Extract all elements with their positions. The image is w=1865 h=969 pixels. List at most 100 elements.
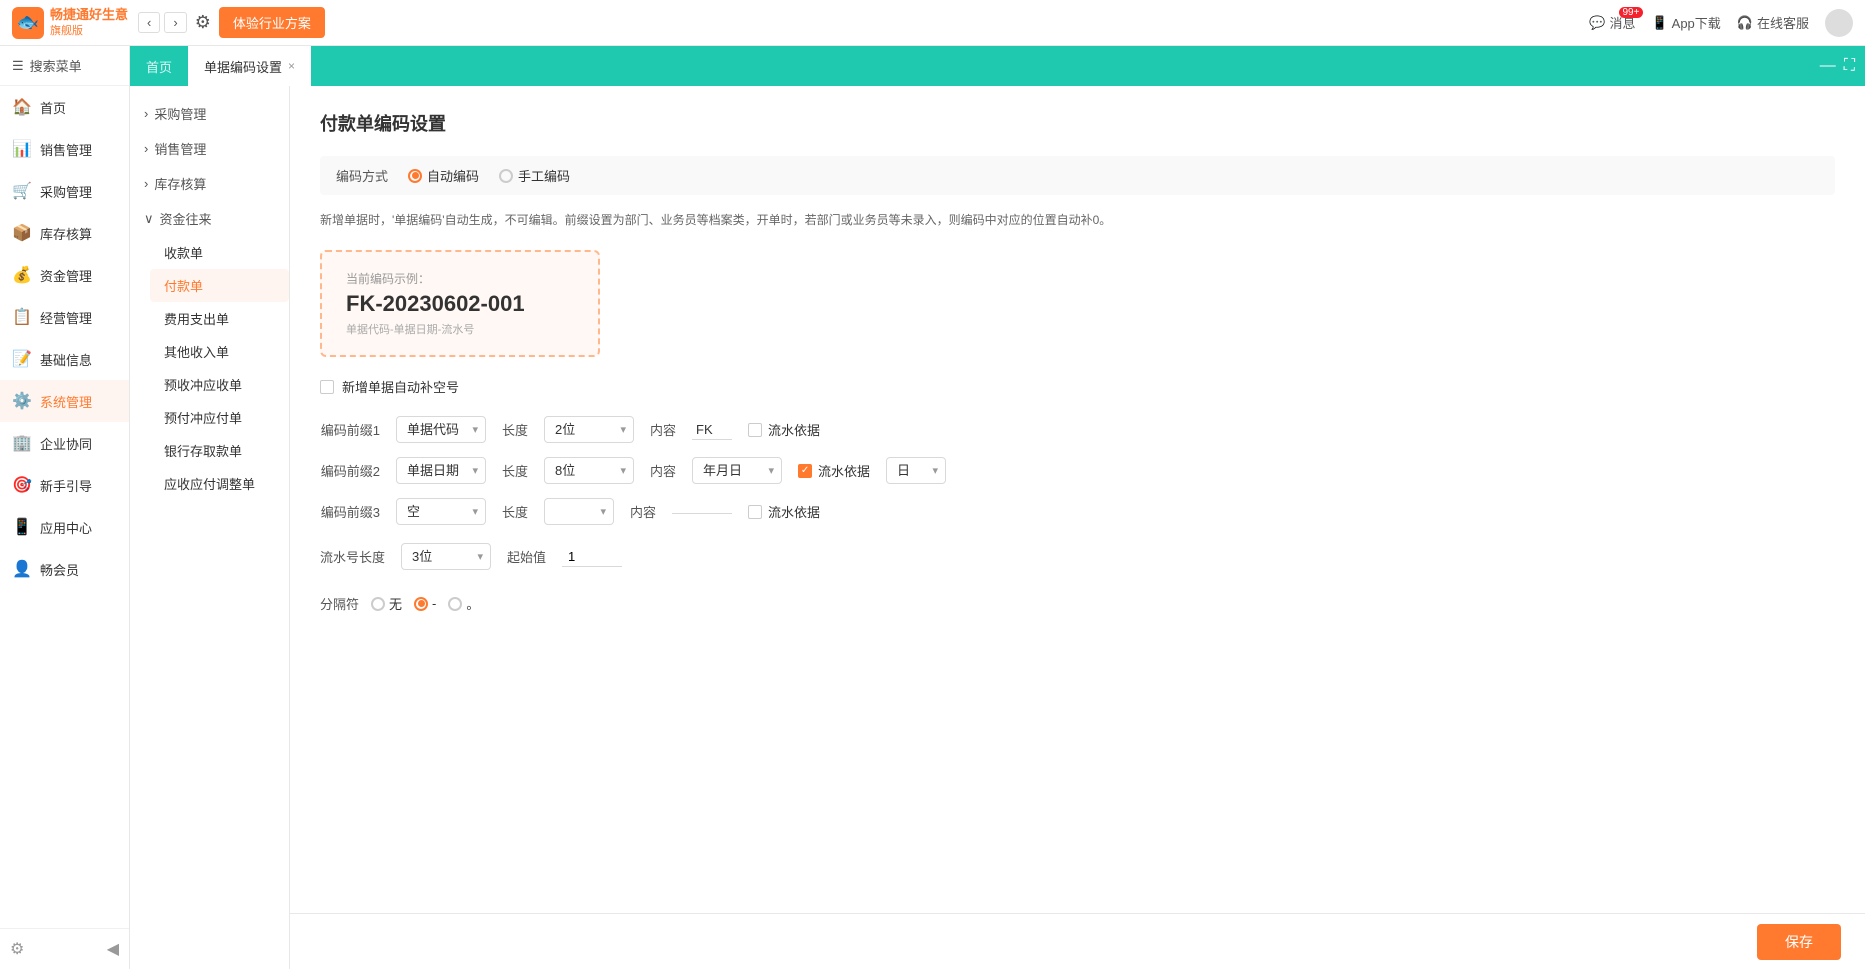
service-button[interactable]: 🎧 在线客服 [1737, 13, 1809, 32]
sidebar-item-system[interactable]: ⚙️ 系统管理 [0, 380, 129, 422]
tab-bar-right: — ⛶ [1820, 57, 1865, 75]
nav-forward-button[interactable]: › [164, 12, 186, 33]
user-avatar[interactable] [1825, 9, 1853, 37]
code-preview-box: 当前编码示例： FK-20230602-001 单据代码-单据日期-流水号 [320, 250, 600, 357]
finance-icon: 💰 [12, 265, 32, 285]
sidebar-item-member[interactable]: 👤 畅会员 [0, 548, 129, 590]
prefix3-select-wrapper[interactable]: 空 单据代码 业务员 [396, 498, 486, 525]
prefix2-select[interactable]: 单据日期 入库日期 [396, 457, 486, 484]
prefix1-length-select[interactable]: 2位 3位 4位 [544, 416, 634, 443]
sidebar-item-inventory[interactable]: 📦 库存核算 [0, 212, 129, 254]
sidebar-item-sales[interactable]: 📊 销售管理 [0, 128, 129, 170]
prefix1-select[interactable]: 单据代码 业务员 部门 [396, 416, 486, 443]
sidebar-item-home[interactable]: 🏠 首页 [0, 86, 129, 128]
tab-maximize-icon[interactable]: ⛶ [1844, 57, 1855, 75]
sep-none-radio[interactable] [371, 597, 385, 611]
menu-child-feiyong[interactable]: 费用支出单 [150, 302, 289, 335]
prefix1-length-select-wrapper[interactable]: 2位 3位 4位 [544, 416, 634, 443]
sidebar-label-finance: 资金管理 [40, 266, 92, 285]
prefix3-length-select[interactable] [544, 498, 614, 525]
manual-encode-radio[interactable] [499, 169, 513, 183]
sidebar-collapse-icon[interactable]: ◀ [107, 939, 119, 959]
info-text: 新增单据时，'单据编码'自动生成，不可编辑。前缀设置为部门、业务员等档案类，开单… [320, 211, 1835, 230]
sep-dash-radio[interactable] [414, 597, 428, 611]
prefix2-day-select-wrapper[interactable]: 日 月 年 [886, 457, 946, 484]
home-icon: 🏠 [12, 97, 32, 117]
search-menu[interactable]: ☰ 搜索菜单 [0, 46, 129, 86]
code-preview-sub: 单据代码-单据日期-流水号 [346, 321, 574, 337]
sales-icon: 📊 [12, 139, 32, 159]
menu-child-yushou[interactable]: 预收冲应收单 [150, 368, 289, 401]
menu-child-qita[interactable]: 其他收入单 [150, 335, 289, 368]
prefix1-serial-group: 流水依据 [748, 420, 820, 439]
manual-encode-option[interactable]: 手工编码 [499, 166, 570, 185]
menu-child-shoukuan[interactable]: 收款单 [150, 236, 289, 269]
sidebar-item-operations[interactable]: 📋 经营管理 [0, 296, 129, 338]
main-wrapper: 付款单编码设置 编码方式 自动编码 手工编码 [290, 86, 1865, 969]
menu-child-fukuan[interactable]: 付款单 [150, 269, 289, 302]
prefix1-serial-checkbox[interactable] [748, 423, 762, 437]
sidebar-item-basic[interactable]: 📝 基础信息 [0, 338, 129, 380]
auto-encode-radio[interactable] [408, 169, 422, 183]
prefix3-length-select-wrapper[interactable] [544, 498, 614, 525]
prefix3-serial-checkbox[interactable] [748, 505, 762, 519]
serial-length-select-wrapper[interactable]: 3位 4位 5位 [401, 543, 491, 570]
sep-dash-option[interactable]: - [414, 596, 436, 611]
sidebar-item-company[interactable]: 🏢 企业协同 [0, 422, 129, 464]
inventory-icon: 📦 [12, 223, 32, 243]
prefix2-serial-checkbox[interactable] [798, 464, 812, 478]
menu-parent-finance[interactable]: ∨ 资金往来 [130, 201, 289, 236]
auto-fill-checkbox[interactable] [320, 380, 334, 394]
prefix1-row: 编码前缀1 单据代码 业务员 部门 长度 [320, 416, 1835, 443]
tab-close-icon[interactable]: × [288, 59, 295, 73]
finance-children: 收款单 付款单 费用支出单 其他收入单 预收冲应收单 预付冲应付单 银行存取款单… [130, 236, 289, 500]
prefix3-content-value [672, 509, 732, 514]
menu-parent-sales[interactable]: › 销售管理 [130, 131, 289, 166]
tab-minimize-icon[interactable]: — [1820, 57, 1836, 75]
sidebar-label-sales: 销售管理 [40, 140, 92, 159]
menu-child-yingshou[interactable]: 应收应付调整单 [150, 467, 289, 500]
prefix2-length-select-wrapper[interactable]: 8位 6位 4位 [544, 457, 634, 484]
chevron-right-icon3: › [144, 176, 148, 191]
prefix3-select[interactable]: 空 单据代码 业务员 [396, 498, 486, 525]
sidebar-settings-icon[interactable]: ⚙ [10, 939, 24, 959]
auto-encode-option[interactable]: 自动编码 [408, 166, 479, 185]
serial-start-input[interactable]: 1 [562, 547, 622, 567]
prefix1-select-wrapper[interactable]: 单据代码 业务员 部门 [396, 416, 486, 443]
prefix2-content-select[interactable]: 年月日 年月 年 [692, 457, 782, 484]
prefix2-day-select[interactable]: 日 月 年 [886, 457, 946, 484]
sidebar-item-newbie[interactable]: 🎯 新手引导 [0, 464, 129, 506]
tab-code-settings[interactable]: 单据编码设置 × [188, 46, 311, 86]
sidebar-item-purchase[interactable]: 🛒 采购管理 [0, 170, 129, 212]
sidebar-label-apps: 应用中心 [40, 518, 92, 537]
sidebar-item-finance[interactable]: 💰 资金管理 [0, 254, 129, 296]
tab-home[interactable]: 首页 [130, 46, 188, 86]
menu-child-yinhang[interactable]: 银行存取款单 [150, 434, 289, 467]
app-label: App下载 [1672, 13, 1721, 32]
logo-sub: 旗舰版 [50, 22, 128, 38]
prefix2-length-select[interactable]: 8位 6位 4位 [544, 457, 634, 484]
sep-none-option[interactable]: 无 [371, 594, 402, 613]
trial-button[interactable]: 体验行业方案 [219, 7, 325, 38]
settings-icon[interactable]: ⚙ [195, 12, 211, 33]
sidebar-item-apps[interactable]: 📱 应用中心 [0, 506, 129, 548]
nav-back-button[interactable]: ‹ [138, 12, 160, 33]
bottom-bar: 保存 [290, 913, 1865, 969]
prefix2-select-wrapper[interactable]: 单据日期 入库日期 [396, 457, 486, 484]
sep-dot-radio[interactable] [448, 597, 462, 611]
menu-child-yufu[interactable]: 预付冲应付单 [150, 401, 289, 434]
save-button[interactable]: 保存 [1757, 924, 1841, 960]
message-button[interactable]: 💬 消息 99+ [1589, 13, 1635, 32]
menu-parent-purchase[interactable]: › 采购管理 [130, 96, 289, 131]
purchase-icon: 🛒 [12, 181, 32, 201]
message-badge: 99+ [1619, 7, 1644, 18]
top-bar: 🐟 畅捷通好生意 旗舰版 ‹ › ⚙ 体验行业方案 💬 消息 99+ 📱 App… [0, 0, 1865, 46]
sep-dot-option[interactable]: 。 [448, 594, 479, 613]
prefix3-content-label: 内容 [630, 502, 656, 521]
prefix2-content-select-wrapper[interactable]: 年月日 年月 年 [692, 457, 782, 484]
app-download-button[interactable]: 📱 App下载 [1651, 13, 1720, 32]
left-sidebar: ☰ 搜索菜单 🏠 首页 📊 销售管理 🛒 采购管理 📦 库存核算 💰 资 [0, 46, 130, 969]
serial-length-select[interactable]: 3位 4位 5位 [401, 543, 491, 570]
top-bar-right: 💬 消息 99+ 📱 App下载 🎧 在线客服 [1589, 9, 1853, 37]
menu-parent-inventory[interactable]: › 库存核算 [130, 166, 289, 201]
